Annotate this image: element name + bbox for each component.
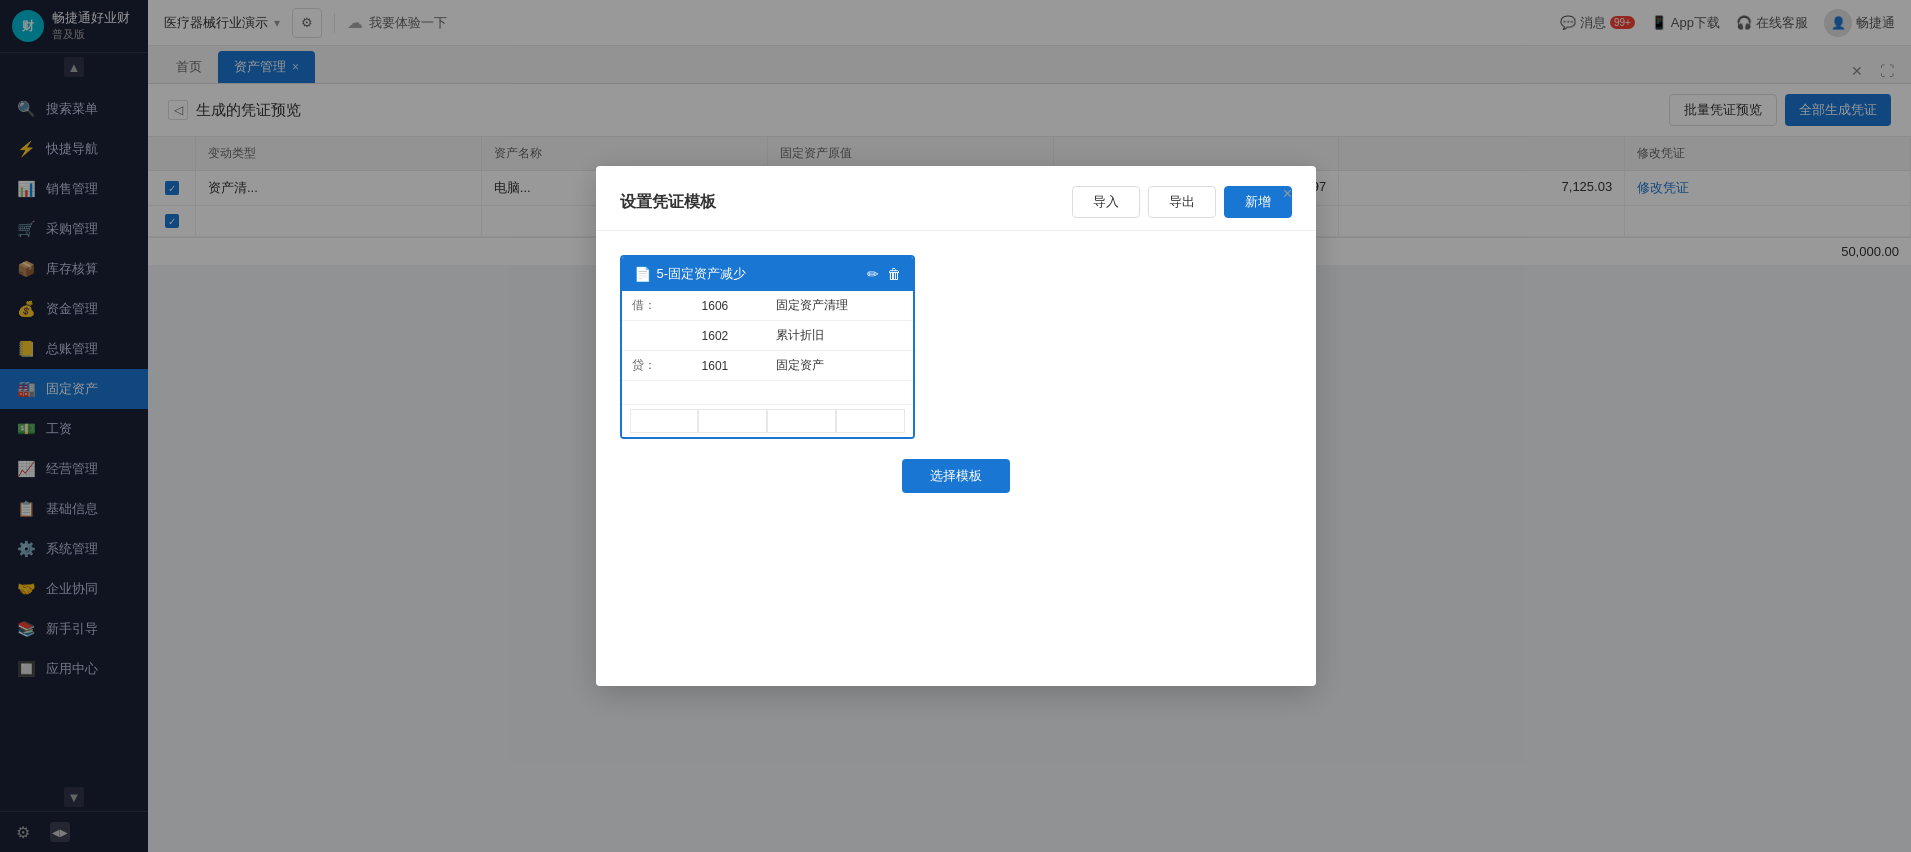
footer-cell-2 <box>698 409 767 433</box>
template-card-header: 📄 5-固定资产减少 ✏ 🗑 <box>622 257 913 291</box>
debit-label: 借： <box>622 291 692 321</box>
template-row-debit2: 1602 累计折旧 <box>622 321 913 351</box>
account-name-clearing: 固定资产清理 <box>766 291 913 321</box>
footer-cell-3 <box>767 409 836 433</box>
modal-close-button[interactable]: × <box>1276 182 1300 206</box>
modal-header: 设置凭证模板 导入 导出 新增 <box>596 166 1316 231</box>
close-icon: × <box>1283 185 1292 203</box>
main-area: 医疗器械行业演示 ▾ ⚙ ☁ 我要体验一下 💬 消息 99+ 📱 App下载 <box>148 0 1911 852</box>
template-row-debit1: 借： 1606 固定资产清理 <box>622 291 913 321</box>
footer-cell-4 <box>836 409 905 433</box>
template-title: 5-固定资产减少 <box>657 265 747 283</box>
account-name-fixed-assets: 固定资产 <box>766 351 913 381</box>
template-footer-row <box>630 409 905 433</box>
modal-title: 设置凭证模板 <box>620 192 716 213</box>
modal-overlay: × 设置凭证模板 导入 导出 新增 <box>148 84 1911 852</box>
page-content: ◁ 生成的凭证预览 批量凭证预览 全部生成凭证 变动类型 资产名称 固定资产原值 <box>148 84 1911 852</box>
export-button[interactable]: 导出 <box>1148 186 1216 218</box>
modal-body: 📄 5-固定资产减少 ✏ 🗑 <box>596 231 1316 517</box>
template-doc-icon: 📄 <box>634 266 651 282</box>
account-code-1602: 1602 <box>692 321 766 351</box>
template-empty-row1 <box>622 381 913 405</box>
account-code-1606: 1606 <box>692 291 766 321</box>
template-card: 📄 5-固定资产减少 ✏ 🗑 <box>620 255 915 439</box>
account-code-1601: 1601 <box>692 351 766 381</box>
import-button[interactable]: 导入 <box>1072 186 1140 218</box>
footer-cell-1 <box>630 409 699 433</box>
credit-label: 贷： <box>622 351 692 381</box>
template-body: 借： 1606 固定资产清理 1602 累计折旧 <box>622 291 913 437</box>
template-row-credit: 贷： 1601 固定资产 <box>622 351 913 381</box>
template-card-actions: ✏ 🗑 <box>867 266 901 282</box>
account-name-depreciation: 累计折旧 <box>766 321 913 351</box>
select-template-button[interactable]: 选择模板 <box>902 459 1010 493</box>
template-table: 借： 1606 固定资产清理 1602 累计折旧 <box>622 291 913 405</box>
template-delete-icon[interactable]: 🗑 <box>887 266 901 282</box>
modal-header-actions: 导入 导出 新增 <box>1072 186 1292 218</box>
voucher-template-modal: × 设置凭证模板 导入 导出 新增 <box>596 166 1316 686</box>
template-edit-icon[interactable]: ✏ <box>867 266 879 282</box>
template-footer <box>622 405 913 437</box>
